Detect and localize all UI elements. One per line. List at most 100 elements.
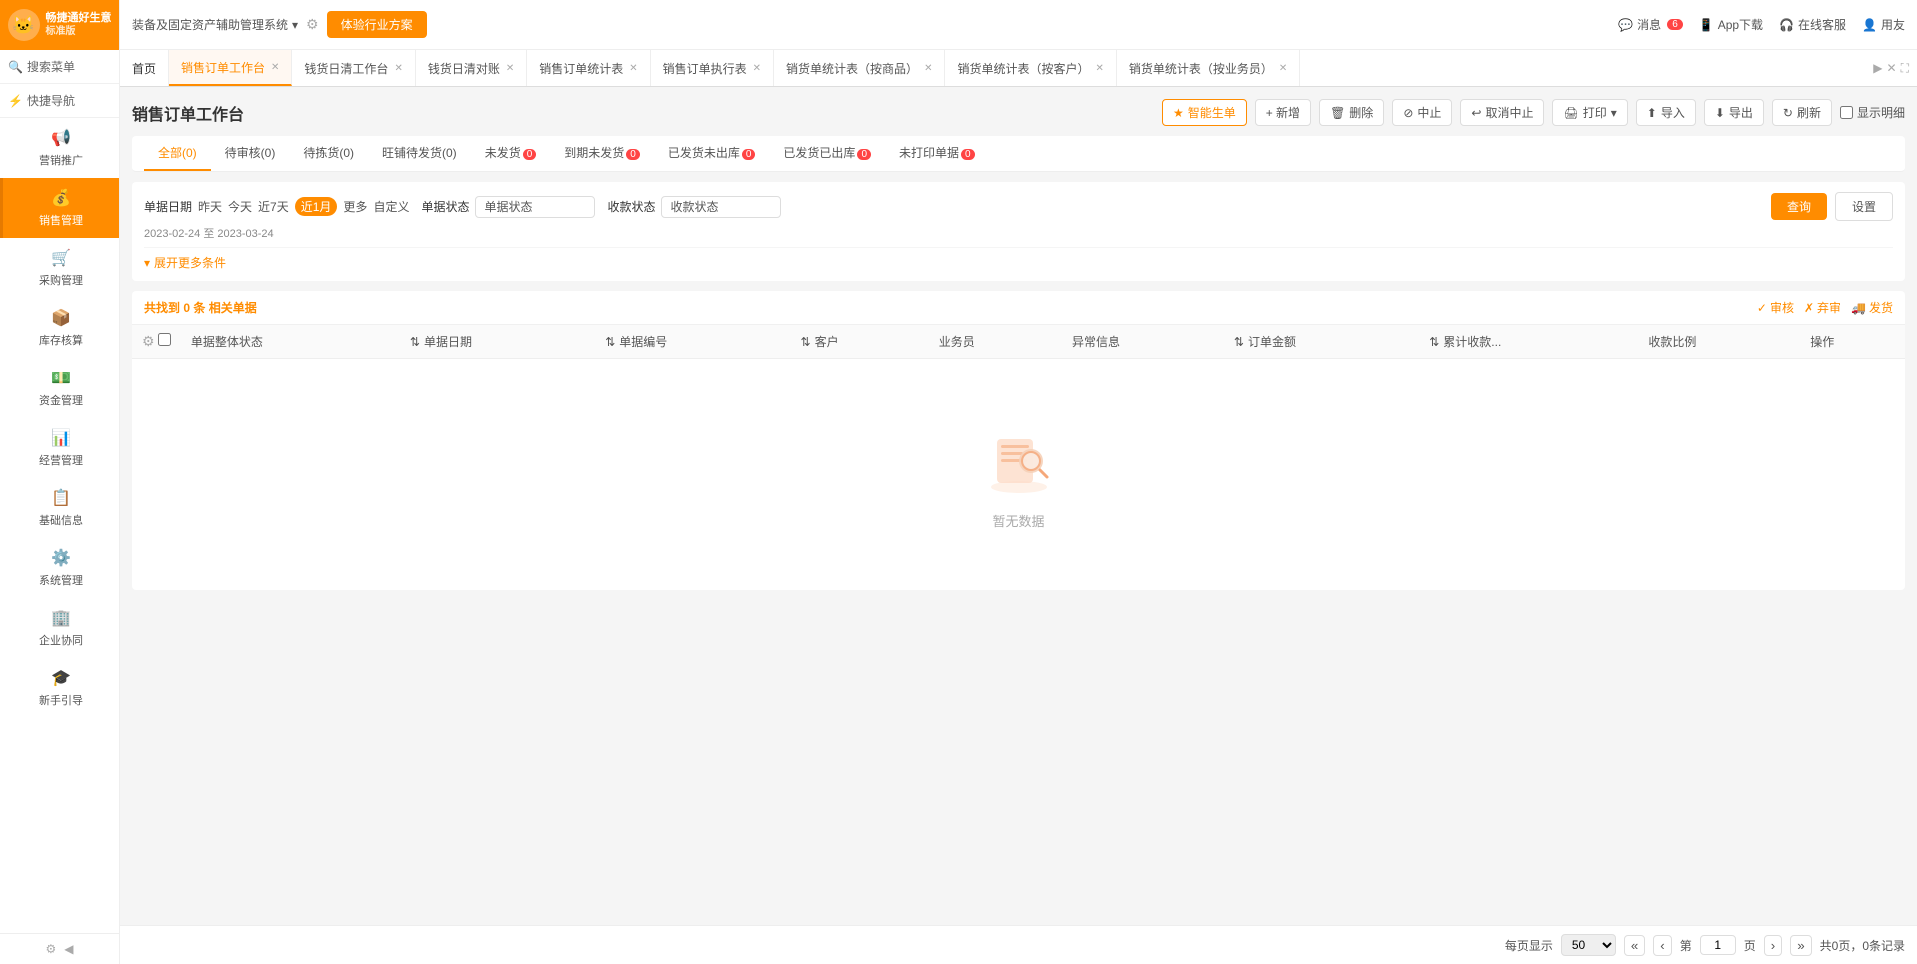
tab-close-sales-stat-product[interactable]: ✕ (924, 63, 932, 74)
date-opt-1month[interactable]: 近1月 (295, 197, 338, 216)
sidebar-item-quick-nav[interactable]: ⚡ 快捷导航 (0, 84, 119, 118)
tab-close-sales-stat-customer[interactable]: ✕ (1095, 63, 1103, 74)
tab-cash-reconcile[interactable]: 钱货日清对账 ✕ (416, 50, 527, 86)
tab-sales-exec[interactable]: 销售订单执行表 ✕ (651, 50, 774, 86)
status-select[interactable]: 单据状态 (475, 196, 595, 218)
filter-tab-all[interactable]: 全部(0) (144, 136, 211, 171)
date-opt-custom[interactable]: 自定义 (373, 198, 409, 215)
sidebar-item-enterprise[interactable]: 🏢 企业协同 (0, 598, 119, 658)
last-page-button[interactable]: » (1790, 935, 1811, 956)
current-page-input[interactable] (1700, 935, 1736, 955)
th-abnormal: 异常信息 (1062, 325, 1224, 359)
prev-page-button[interactable]: ‹ (1653, 935, 1671, 956)
th-number[interactable]: ⇅ 单据编号 (595, 325, 790, 359)
tab-maximize-icon[interactable]: ⛶ (1901, 61, 1909, 76)
query-button[interactable]: 查询 (1771, 193, 1827, 220)
tab-sales-stat[interactable]: 销售订单统计表 ✕ (527, 50, 650, 86)
status-filter-label: 单据状态 (421, 198, 469, 215)
sidebar-search[interactable]: 🔍 搜索菜单 (0, 50, 119, 84)
th-date[interactable]: ⇅ 单据日期 (400, 325, 595, 359)
sidebar-item-operations[interactable]: 📊 经营管理 (0, 418, 119, 478)
tab-sales-stat-customer[interactable]: 销货单统计表（按客户） ✕ (945, 50, 1116, 86)
print-button[interactable]: 🖨 打印 ▾ (1552, 99, 1627, 126)
smart-create-button[interactable]: ★ 智能生单 (1162, 99, 1247, 126)
th-amount[interactable]: ⇅ 订单金额 (1224, 325, 1419, 359)
filter-tab-wangpu[interactable]: 旺铺待发货(0) (368, 136, 471, 171)
tab-cash-daily[interactable]: 钱货日清工作台 ✕ (292, 50, 415, 86)
add-button[interactable]: + 新增 (1255, 99, 1311, 126)
date-opt-7days[interactable]: 近7天 (258, 198, 289, 215)
sidebar-item-guide[interactable]: 🎓 新手引导 (0, 658, 119, 718)
show-detail-checkbox[interactable]: 显示明细 (1840, 104, 1905, 121)
sidebar-item-finance[interactable]: 💵 资金管理 (0, 358, 119, 418)
filter-tab-pending-pickup[interactable]: 待拣货(0) (289, 136, 368, 171)
sidebar-item-purchase[interactable]: 🛒 采购管理 (0, 238, 119, 298)
filter-tab-pending-audit[interactable]: 待审核(0) (211, 136, 290, 171)
date-filter-label: 单据日期 (144, 198, 192, 215)
tab-close-sales-exec[interactable]: ✕ (753, 63, 761, 74)
settings-icon[interactable]: ⚙ (46, 942, 57, 956)
export-button[interactable]: ⬇ 导出 (1704, 99, 1764, 126)
cancel-audit-button[interactable]: ✗ 弃审 (1804, 299, 1841, 316)
import-button[interactable]: ⬆ 导入 (1636, 99, 1696, 126)
th-customer[interactable]: ⇅ 客户 (791, 325, 929, 359)
tab-close-cash-reconcile[interactable]: ✕ (506, 63, 514, 74)
import-icon: ⬆ (1647, 106, 1657, 120)
collapse-icon[interactable]: ◀ (64, 942, 73, 956)
sidebar-item-basic-info[interactable]: 📋 基础信息 (0, 478, 119, 538)
table-scroll-container[interactable]: ⚙ 单据整体状态 ⇅ 单据日期 (132, 325, 1905, 590)
date-filter: 单据日期 昨天 今天 近7天 近1月 更多 自定义 (144, 197, 409, 216)
stop-button[interactable]: ⊘ 中止 (1392, 99, 1452, 126)
tab-home[interactable]: 首页 (120, 50, 169, 86)
tab-sales-stat-staff[interactable]: 销货单统计表（按业务员） ✕ (1117, 50, 1300, 86)
search-icon: 🔍 (8, 60, 23, 74)
per-page-select[interactable]: 50 10 20 100 (1561, 934, 1616, 956)
refresh-button[interactable]: ↻ 刷新 (1772, 99, 1832, 126)
tab-close-sales-order[interactable]: ✕ (271, 62, 279, 73)
next-page-button[interactable]: › (1764, 935, 1782, 956)
sales-stat-customer-tab-label: 销货单统计表（按客户） (957, 60, 1089, 77)
sidebar-item-inventory[interactable]: 📦 库存核算 (0, 298, 119, 358)
basic-info-icon: 📋 (51, 488, 71, 508)
audit-button[interactable]: ✓ 审核 (1757, 299, 1794, 316)
select-all-checkbox[interactable] (158, 333, 171, 346)
main-area: 装备及固定资产辅助管理系统 ▾ ⚙ 体验行业方案 💬 消息 6 📱 App下载 … (120, 0, 1917, 964)
tab-close-cash-daily[interactable]: ✕ (394, 63, 402, 74)
tab-close-all-icon[interactable]: ✕ (1887, 61, 1897, 75)
filter-tab-expired[interactable]: 到期未发货0 (550, 136, 654, 171)
sidebar-item-system[interactable]: ⚙️ 系统管理 (0, 538, 119, 598)
date-opt-yesterday[interactable]: 昨天 (198, 198, 222, 215)
system-title-dropdown[interactable]: 装备及固定资产辅助管理系统 ▾ (132, 16, 298, 33)
gear-col-icon[interactable]: ⚙ (142, 333, 155, 349)
sidebar-item-marketing[interactable]: 📢 营销推广 (0, 118, 119, 178)
gear-settings-icon[interactable]: ⚙ (306, 16, 319, 33)
first-page-button[interactable]: « (1624, 935, 1645, 956)
tab-sales-order[interactable]: 销售订单工作台 ✕ (169, 50, 292, 86)
th-operation: 操作 (1800, 325, 1905, 359)
industry-solution-button[interactable]: 体验行业方案 (327, 11, 427, 38)
delete-button[interactable]: 🗑 删除 (1319, 99, 1384, 126)
tab-close-sales-stat[interactable]: ✕ (629, 63, 637, 74)
filter-tab-shipped-not-out[interactable]: 已发货未出库0 (654, 136, 770, 171)
setting-button[interactable]: 设置 (1835, 192, 1893, 221)
filter-tab-not-printed[interactable]: 未打印单据0 (885, 136, 989, 171)
user-menu[interactable]: 👤 用友 (1862, 16, 1905, 33)
online-service-button[interactable]: 🎧 在线客服 (1779, 16, 1846, 33)
app-download-button[interactable]: 📱 App下载 (1699, 16, 1763, 33)
ship-icon: 🚚 (1851, 301, 1866, 315)
tab-close-sales-stat-staff[interactable]: ✕ (1279, 63, 1287, 74)
date-opt-today[interactable]: 今天 (228, 198, 252, 215)
filter-tab-not-shipped[interactable]: 未发货0 (471, 136, 551, 171)
payment-select[interactable]: 收款状态 (661, 196, 781, 218)
date-opt-more[interactable]: 更多 (343, 198, 367, 215)
tab-sales-stat-product[interactable]: 销货单统计表（按商品） ✕ (774, 50, 945, 86)
tab-overflow-icon[interactable]: ▶ (1873, 61, 1882, 75)
message-button[interactable]: 💬 消息 6 (1618, 16, 1683, 33)
ship-action-button[interactable]: 🚚 发货 (1851, 299, 1893, 316)
not-shipped-badge: 0 (523, 149, 537, 160)
cancel-stop-button[interactable]: ↩ 取消中止 (1460, 99, 1544, 126)
filter-tab-shipped-out[interactable]: 已发货已出库0 (769, 136, 885, 171)
sidebar-item-sales[interactable]: 💰 销售管理 (0, 178, 119, 238)
expand-filter-button[interactable]: ▾ 展开更多条件 (144, 254, 1893, 271)
th-collected[interactable]: ⇅ 累计收款... (1419, 325, 1638, 359)
